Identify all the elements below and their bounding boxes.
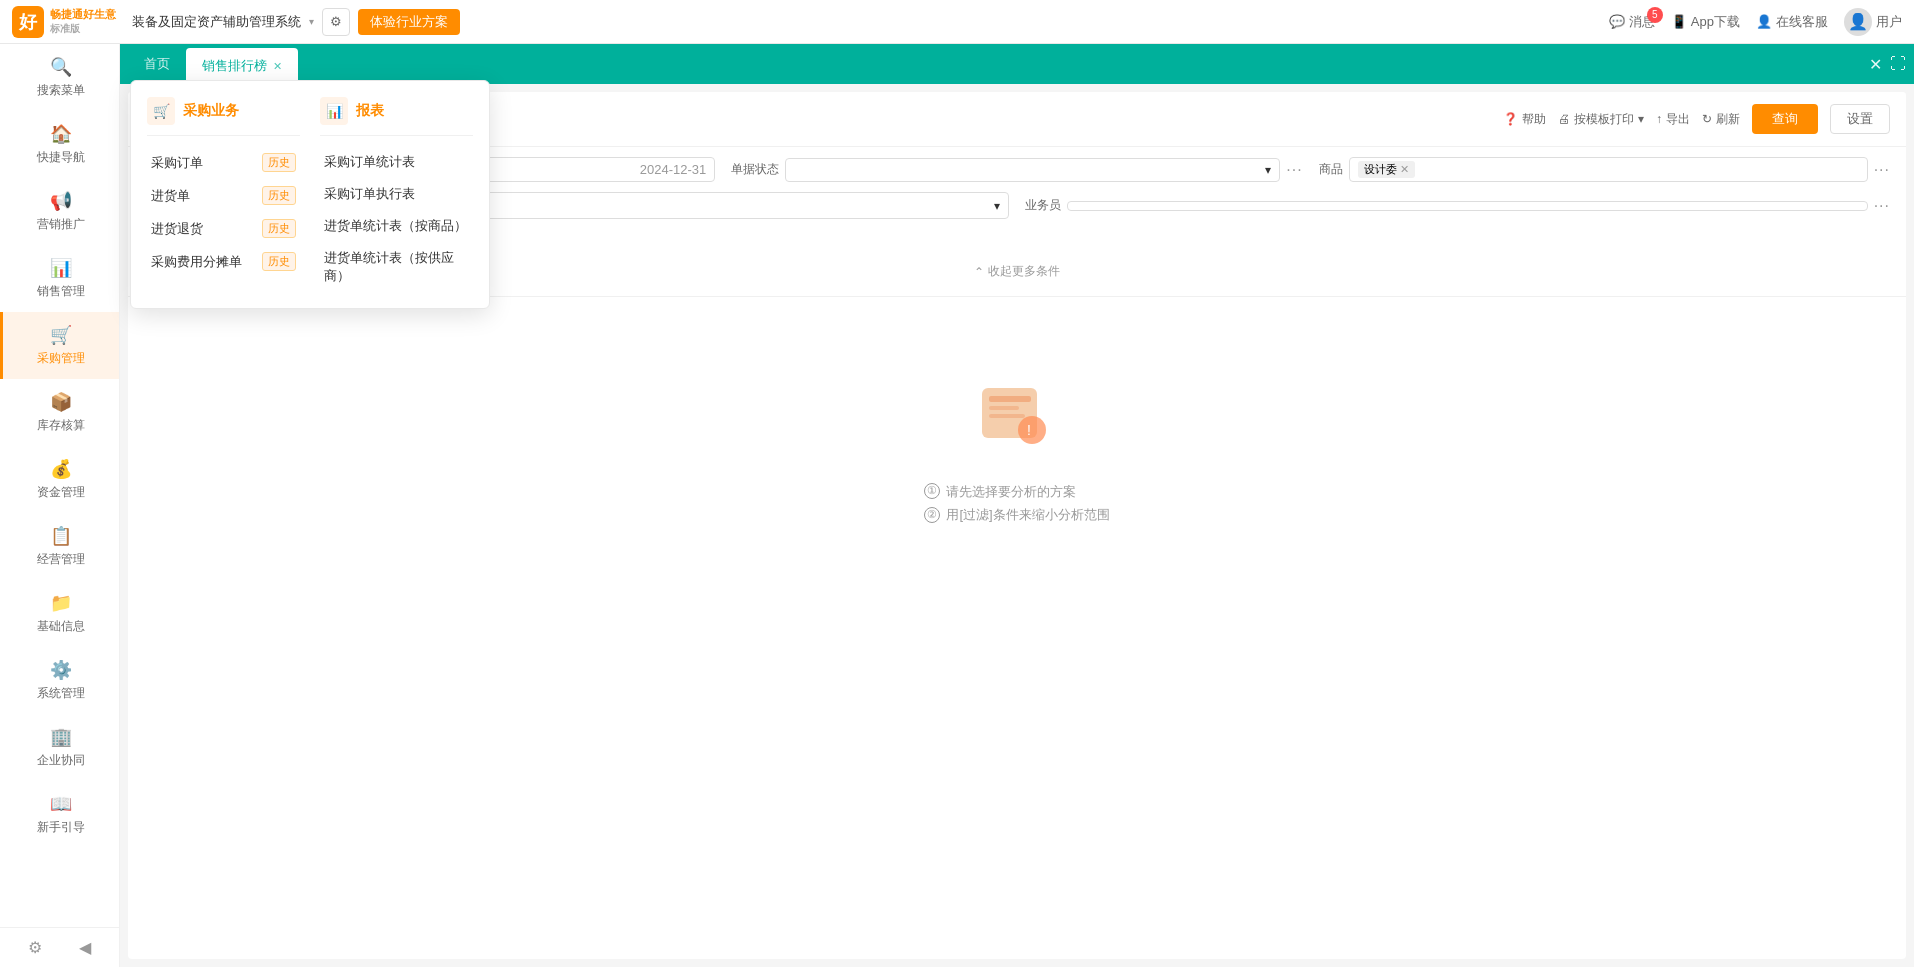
dropdown-item-purchase-order[interactable]: 采购订单 历史: [147, 146, 300, 179]
order-exec-label: 采购订单执行表: [324, 185, 415, 203]
purchase-col-icon: 🛒: [147, 97, 175, 125]
dropdown-overlay[interactable]: 🛒 采购业务 采购订单 历史 进货单 历史 进货退货 历史 采购费用分摊单: [0, 0, 1914, 967]
receipt-supplier-label: 进货单统计表（按供应商）: [324, 249, 469, 285]
dropdown-item-receipt-supplier[interactable]: 进货单统计表（按供应商）: [320, 242, 473, 292]
purchase-dropdown-menu: 🛒 采购业务 采购订单 历史 进货单 历史 进货退货 历史 采购费用分摊单: [130, 80, 490, 309]
report-col-icon: 📊: [320, 97, 348, 125]
dropdown-item-return[interactable]: 进货退货 历史: [147, 212, 300, 245]
dropdown-item-cost[interactable]: 采购费用分摊单 历史: [147, 245, 300, 278]
cost-label: 采购费用分摊单: [151, 253, 242, 271]
return-history-tag: 历史: [262, 219, 296, 238]
dropdown-columns: 🛒 采购业务 采购订单 历史 进货单 历史 进货退货 历史 采购费用分摊单: [147, 97, 473, 292]
report-col-title: 报表: [356, 102, 384, 120]
dropdown-item-order-stat[interactable]: 采购订单统计表: [320, 146, 473, 178]
report-col-header: 📊 报表: [320, 97, 473, 136]
return-label: 进货退货: [151, 220, 203, 238]
purchase-order-label: 采购订单: [151, 154, 203, 172]
dropdown-item-receipt[interactable]: 进货单 历史: [147, 179, 300, 212]
purchase-col-header: 🛒 采购业务: [147, 97, 300, 136]
purchase-column: 🛒 采购业务 采购订单 历史 进货单 历史 进货退货 历史 采购费用分摊单: [147, 97, 300, 292]
dropdown-item-order-exec[interactable]: 采购订单执行表: [320, 178, 473, 210]
receipt-label: 进货单: [151, 187, 190, 205]
report-column: 📊 报表 采购订单统计表 采购订单执行表 进货单统计表（按商品） 进货单统计表（…: [320, 97, 473, 292]
cost-history-tag: 历史: [262, 252, 296, 271]
receipt-history-tag: 历史: [262, 186, 296, 205]
receipt-goods-label: 进货单统计表（按商品）: [324, 217, 467, 235]
purchase-col-title: 采购业务: [183, 102, 239, 120]
dropdown-item-receipt-goods[interactable]: 进货单统计表（按商品）: [320, 210, 473, 242]
purchase-order-history-tag: 历史: [262, 153, 296, 172]
order-stat-label: 采购订单统计表: [324, 153, 415, 171]
